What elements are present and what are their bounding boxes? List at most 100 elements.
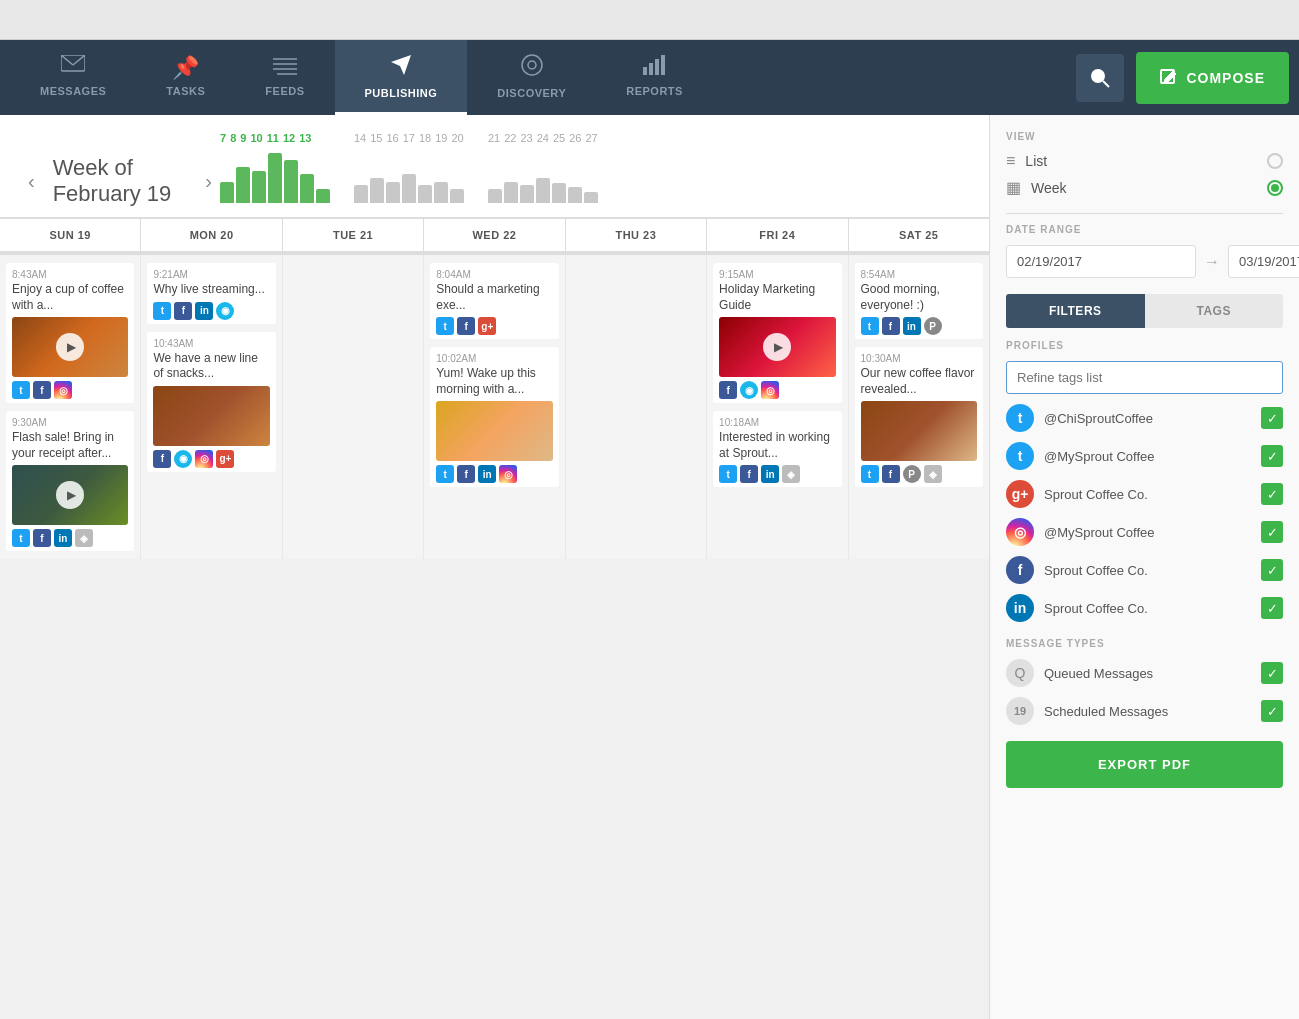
profile-checkbox[interactable]: ✓ bbox=[1261, 559, 1283, 581]
facebook-icon: f bbox=[882, 465, 900, 483]
profile-checkbox[interactable]: ✓ bbox=[1261, 597, 1283, 619]
play-button[interactable] bbox=[763, 333, 791, 361]
svg-rect-11 bbox=[655, 59, 659, 75]
event-sat25-1[interactable]: 8:54AM Good morning, everyone! :) t f in… bbox=[855, 263, 983, 339]
view-option-list[interactable]: ≡ List bbox=[1006, 152, 1283, 170]
event-fri24-1[interactable]: 9:15AM Holiday Marketing Guide f ◉ ◎ bbox=[713, 263, 841, 403]
event-text: Our new coffee flavor revealed... bbox=[861, 366, 977, 397]
profile-name: Sprout Coffee Co. bbox=[1044, 563, 1251, 578]
event-wed22-1[interactable]: 8:04AM Should a marketing exe... t f g+ bbox=[430, 263, 558, 339]
bar bbox=[520, 185, 534, 203]
filter-tags-tabs: FILTERS TAGS bbox=[1006, 294, 1283, 328]
nav-discovery[interactable]: DISCOVERY bbox=[467, 40, 596, 115]
facebook-icon: f bbox=[153, 450, 171, 468]
event-sun19-2[interactable]: 9:30AM Flash sale! Bring in your receipt… bbox=[6, 411, 134, 551]
social-icons: t f in ◉ bbox=[153, 302, 269, 320]
compose-label: COMPOSE bbox=[1186, 70, 1265, 86]
queued-label: Queued Messages bbox=[1044, 666, 1251, 681]
header-tue: TUE 21 bbox=[283, 219, 424, 253]
profile-search-input[interactable] bbox=[1006, 361, 1283, 394]
profile-checkbox[interactable]: ✓ bbox=[1261, 445, 1283, 467]
week-nav: ‹ Week of February 19 › bbox=[20, 125, 220, 207]
week2-nums: 14 15 16 17 18 19 20 bbox=[354, 132, 464, 203]
svg-point-7 bbox=[522, 55, 542, 75]
nav-discovery-label: DISCOVERY bbox=[497, 87, 566, 99]
nav-publishing[interactable]: PUBLISHING bbox=[335, 40, 468, 115]
col-wed22: 8:04AM Should a marketing exe... t f g+ … bbox=[424, 255, 565, 559]
profile-checkbox[interactable]: ✓ bbox=[1261, 521, 1283, 543]
event-mon20-2[interactable]: 10:43AM We have a new line of snacks... … bbox=[147, 332, 275, 472]
profile-mysproutig: ◎ @MySprout Coffee ✓ bbox=[1006, 518, 1283, 546]
event-sun19-1[interactable]: 8:43AM Enjoy a cup of coffee with a... t… bbox=[6, 263, 134, 403]
tags-tab[interactable]: TAGS bbox=[1145, 294, 1284, 328]
date-from-input[interactable] bbox=[1006, 245, 1196, 278]
event-time: 9:21AM bbox=[153, 269, 269, 280]
facebook-icon: f bbox=[33, 381, 51, 399]
col-sat25: 8:54AM Good morning, everyone! :) t f in… bbox=[849, 255, 989, 559]
message-types-label: MESSAGE TYPES bbox=[1006, 638, 1283, 649]
vine-icon: ◉ bbox=[174, 450, 192, 468]
event-time: 10:43AM bbox=[153, 338, 269, 349]
prev-week-button[interactable]: ‹ bbox=[20, 166, 43, 197]
twitter-icon: t bbox=[12, 381, 30, 399]
facebook-icon: f bbox=[457, 465, 475, 483]
feeds-icon bbox=[273, 55, 297, 81]
event-text: Should a marketing exe... bbox=[436, 282, 552, 313]
social-icons: t f in ◎ bbox=[436, 465, 552, 483]
event-time: 10:02AM bbox=[436, 353, 552, 364]
profile-checkbox[interactable]: ✓ bbox=[1261, 483, 1283, 505]
week1-nums: 7 8 9 10 11 12 13 bbox=[220, 132, 330, 203]
col-fri24: 9:15AM Holiday Marketing Guide f ◉ ◎ 10:… bbox=[707, 255, 848, 559]
view-options: ≡ List ▦ Week bbox=[1006, 152, 1283, 197]
date-range: → bbox=[1006, 245, 1283, 278]
profile-name: @MySprout Coffee bbox=[1044, 449, 1251, 464]
twitter-icon: t bbox=[436, 465, 454, 483]
instagram-icon: ◎ bbox=[761, 381, 779, 399]
profile-name: Sprout Coffee Co. bbox=[1044, 487, 1251, 502]
social-icons: t f P ◈ bbox=[861, 465, 977, 483]
twitter-icon: t bbox=[861, 317, 879, 335]
view-section: VIEW ≡ List ▦ Week bbox=[1006, 131, 1283, 197]
export-pdf-button[interactable]: EXPORT PDF bbox=[1006, 741, 1283, 788]
svg-point-13 bbox=[1092, 70, 1104, 82]
profile-mysprout: t @MySprout Coffee ✓ bbox=[1006, 442, 1283, 470]
compose-button[interactable]: COMPOSE bbox=[1136, 52, 1289, 104]
nav-messages[interactable]: MESSAGES bbox=[10, 40, 136, 115]
list-radio[interactable] bbox=[1267, 153, 1283, 169]
scheduled-label: Scheduled Messages bbox=[1044, 704, 1251, 719]
queued-checkbox[interactable]: ✓ bbox=[1261, 662, 1283, 684]
nav-tasks[interactable]: 📌 TASKS bbox=[136, 40, 235, 115]
nav-feeds[interactable]: FEEDS bbox=[235, 40, 334, 115]
calendar-area: ‹ Week of February 19 › 7 8 9 10 11 12 bbox=[0, 115, 989, 1019]
week-label: Week of February 19 bbox=[53, 155, 188, 207]
event-text: Yum! Wake up this morning with a... bbox=[436, 366, 552, 397]
bar bbox=[418, 185, 432, 203]
play-button[interactable] bbox=[56, 333, 84, 361]
view-option-week[interactable]: ▦ Week bbox=[1006, 178, 1283, 197]
profile-checkbox[interactable]: ✓ bbox=[1261, 407, 1283, 429]
filters-tab[interactable]: FILTERS bbox=[1006, 294, 1145, 328]
week-radio[interactable] bbox=[1267, 180, 1283, 196]
linkedin-profile-icon: in bbox=[1006, 594, 1034, 622]
event-mon20-1[interactable]: 9:21AM Why live streaming... t f in ◉ bbox=[147, 263, 275, 324]
list-label: List bbox=[1025, 153, 1257, 169]
date-to-input[interactable] bbox=[1228, 245, 1299, 278]
event-sat25-2[interactable]: 10:30AM Our new coffee flavor revealed..… bbox=[855, 347, 983, 487]
header-mon: MON 20 bbox=[141, 219, 282, 253]
tag-icon: ◈ bbox=[782, 465, 800, 483]
date-range-section: DATE RANGE → bbox=[1006, 224, 1283, 278]
bars-section: 7 8 9 10 11 12 13 14 bbox=[220, 132, 969, 207]
search-button[interactable] bbox=[1076, 54, 1124, 102]
googleplus-icon: g+ bbox=[216, 450, 234, 468]
event-text: Interested in working at Sprout... bbox=[719, 430, 835, 461]
play-button[interactable] bbox=[56, 481, 84, 509]
top-bar bbox=[0, 0, 1299, 40]
next-week-button[interactable]: › bbox=[197, 166, 220, 197]
event-wed22-2[interactable]: 10:02AM Yum! Wake up this morning with a… bbox=[430, 347, 558, 487]
right-panel: VIEW ≡ List ▦ Week DATE RANGE → bbox=[989, 115, 1299, 1019]
nav-reports[interactable]: REPORTS bbox=[596, 40, 713, 115]
scheduled-checkbox[interactable]: ✓ bbox=[1261, 700, 1283, 722]
event-fri24-2[interactable]: 10:18AM Interested in working at Sprout.… bbox=[713, 411, 841, 487]
twitter-profile-icon: t bbox=[1006, 404, 1034, 432]
col-thu23 bbox=[566, 255, 707, 559]
